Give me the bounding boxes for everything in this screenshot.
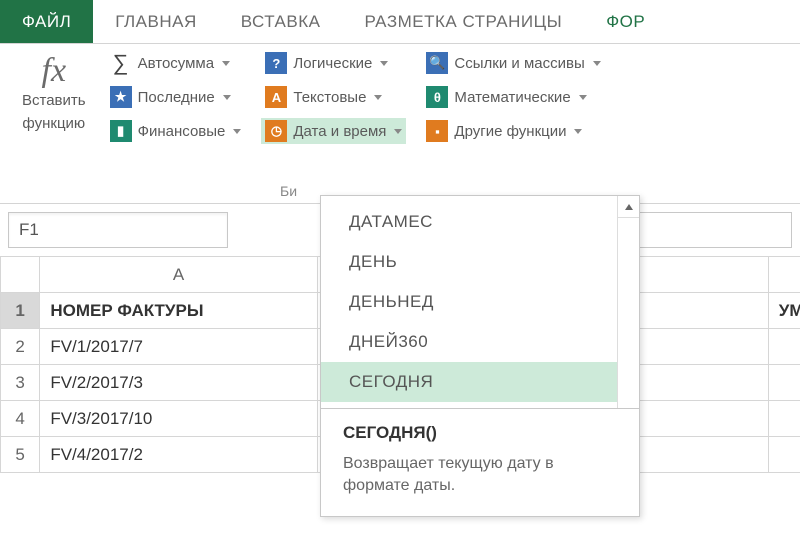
select-all-corner[interactable] [1,257,40,293]
row-header-3[interactable]: 3 [1,365,40,401]
chevron-down-icon [222,61,230,66]
more-functions-button[interactable]: ▪ Другие функции [422,118,604,144]
more-functions-label: Другие функции [454,123,566,140]
autosum-button[interactable]: ∑ Автосумма [106,50,246,76]
autosum-label: Автосумма [138,55,215,72]
search-icon: 🔍 [426,52,448,74]
chevron-down-icon [579,95,587,100]
lookup-button[interactable]: 🔍 Ссылки и массивы [422,50,604,76]
col-header-A[interactable]: A [40,257,318,293]
tab-file[interactable]: ФАЙЛ [0,0,93,43]
cell[interactable]: НОМЕР ФАКТУРЫ [40,293,318,329]
theta-icon: θ [426,86,448,108]
chevron-down-icon [394,129,402,134]
function-tooltip: СЕГОДНЯ() Возвращает текущую дату в форм… [321,408,639,516]
financial-button[interactable]: ▮ Финансовые [106,118,246,144]
text-button[interactable]: A Текстовые [261,84,406,110]
book-icon: ▮ [110,120,132,142]
cell[interactable]: 24 04 [768,437,800,473]
cell[interactable]: FV/1/2017/7 [40,329,318,365]
star-icon: ★ [110,86,132,108]
math-label: Математические [454,89,570,106]
col-header-D[interactable]: D [768,257,800,293]
cell[interactable]: УММА ФА [768,293,800,329]
ribbon-group-label: Би [280,183,297,199]
dropdown-list: ДАТАМЕС ДЕНЬ ДЕНЬНЕД ДНЕЙ360 СЕГОДНЯ [321,196,617,408]
cell[interactable]: 87 60 [768,365,800,401]
recent-label: Последние [138,89,215,106]
insert-function-label-2: функцию [22,115,85,134]
row-header-1[interactable]: 1 [1,293,40,329]
chevron-down-icon [574,129,582,134]
chevron-down-icon [593,61,601,66]
tooltip-description: Возвращает текущую дату в формате даты. [343,453,617,498]
insert-function-button[interactable]: fx Вставить функцию [18,50,90,134]
row-header-5[interactable]: 5 [1,437,40,473]
menu-tabs: ФАЙЛ ГЛАВНАЯ ВСТАВКА РАЗМЕТКА СТРАНИЦЫ Ф… [0,0,800,44]
dropdown-item[interactable]: ДЕНЬНЕД [321,282,617,322]
insert-function-label-1: Вставить [22,92,86,111]
cell[interactable]: 106 95 [768,329,800,365]
dropdown-scrollbar[interactable] [617,196,639,408]
dropdown-item[interactable]: СЕГОДНЯ [321,362,617,402]
logical-button[interactable]: ? Логические [261,50,406,76]
dropdown-item[interactable]: ДАТАМЕС [321,202,617,242]
recent-button[interactable]: ★ Последние [106,84,246,110]
fx-icon: fx [42,54,67,88]
tab-formulas[interactable]: ФОР [584,0,667,43]
sigma-icon: ∑ [110,52,132,74]
more-icon: ▪ [426,120,448,142]
text-label: Текстовые [293,89,366,106]
chevron-down-icon [374,95,382,100]
cell[interactable]: FV/4/2017/2 [40,437,318,473]
chevron-down-icon [233,129,241,134]
ribbon-formulas: fx Вставить функцию ∑ Автосумма ★ Послед… [0,44,800,204]
chevron-down-icon [380,61,388,66]
datetime-dropdown: ДАТАМЕС ДЕНЬ ДЕНЬНЕД ДНЕЙ360 СЕГОДНЯ СЕГ… [320,195,640,517]
dropdown-item[interactable]: ДНЕЙ360 [321,322,617,362]
tab-page-layout[interactable]: РАЗМЕТКА СТРАНИЦЫ [342,0,584,43]
tooltip-title: СЕГОДНЯ() [343,423,617,443]
cell[interactable]: FV/2/2017/3 [40,365,318,401]
cell[interactable]: FV/3/2017/10 [40,401,318,437]
tab-insert[interactable]: ВСТАВКА [219,0,343,43]
question-icon: ? [265,52,287,74]
tab-home[interactable]: ГЛАВНАЯ [93,0,218,43]
datetime-label: Дата и время [293,123,386,140]
dropdown-item[interactable]: ДЕНЬ [321,242,617,282]
cell[interactable]: 49 15 [768,401,800,437]
chevron-down-icon [223,95,231,100]
math-button[interactable]: θ Математические [422,84,604,110]
financial-label: Финансовые [138,123,226,140]
letter-a-icon: A [265,86,287,108]
row-header-4[interactable]: 4 [1,401,40,437]
lookup-label: Ссылки и массивы [454,55,584,72]
logical-label: Логические [293,55,372,72]
name-box[interactable]: F1 [8,212,228,248]
scroll-up-icon[interactable] [618,196,639,218]
row-header-2[interactable]: 2 [1,329,40,365]
datetime-button[interactable]: ◷ Дата и время [261,118,406,144]
clock-icon: ◷ [265,120,287,142]
